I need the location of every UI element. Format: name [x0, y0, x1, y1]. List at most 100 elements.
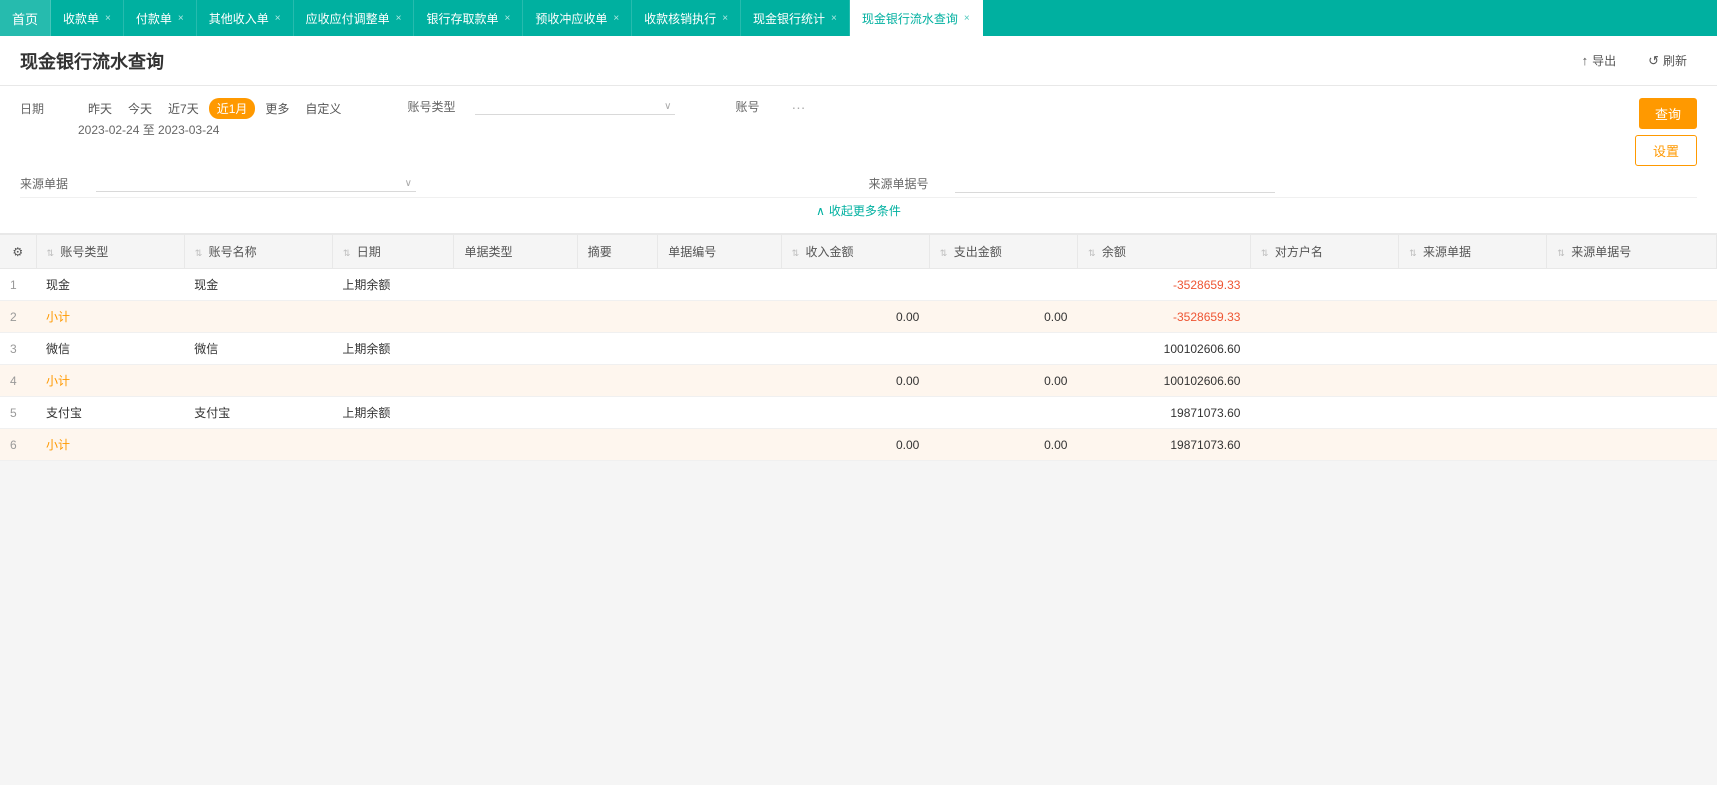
collapse-bar[interactable]: ∧ 收起更多条件: [20, 197, 1697, 225]
row-doc-number: [658, 429, 781, 461]
table-header-counterpart[interactable]: ⇅ 对方户名: [1250, 235, 1398, 269]
row-doc-number: [658, 269, 781, 301]
nav-home-label: 首页: [12, 9, 38, 28]
nav-receipts-label: 收款单: [63, 10, 99, 27]
close-cash-flow-icon[interactable]: ×: [964, 13, 970, 24]
close-receipts-icon[interactable]: ×: [105, 13, 111, 24]
row-source-doc-no: [1547, 301, 1717, 333]
nav-item-cash-flow[interactable]: 现金银行流水查询 ×: [850, 0, 983, 36]
table-body: 1现金现金上期余额-3528659.332小计0.000.00-3528659.…: [0, 269, 1717, 461]
row-index: 2: [0, 301, 36, 333]
account-type-select[interactable]: ∨: [475, 99, 675, 115]
table-header-doc-number: 单据编号: [658, 235, 781, 269]
row-doc-type: [454, 365, 577, 397]
account-type-filter-label: 账号类型: [407, 98, 467, 115]
row-doc-number: [658, 333, 781, 365]
close-verify-icon[interactable]: ×: [722, 13, 728, 24]
close-adjustment-icon[interactable]: ×: [396, 13, 402, 24]
table-header-source-doc-no[interactable]: ⇅ 来源单据号: [1547, 235, 1717, 269]
row-balance: 100102606.60: [1077, 333, 1250, 365]
row-counterpart: [1250, 429, 1398, 461]
nav-item-other-income[interactable]: 其他收入单 ×: [197, 0, 294, 36]
filter-area: 日期 昨天 今天 近7天 近1月 更多 自定义: [0, 86, 1717, 234]
row-doc-type: [454, 429, 577, 461]
row-expense: [929, 397, 1077, 429]
close-payments-icon[interactable]: ×: [178, 13, 184, 24]
table-header-account-name[interactable]: ⇅ 账号名称: [184, 235, 332, 269]
nav-item-cash-stats[interactable]: 现金银行统计 ×: [741, 0, 850, 36]
source-doc-number-input[interactable]: [955, 174, 1275, 193]
row-counterpart: [1250, 397, 1398, 429]
source-doc-number-label: 来源单据号: [869, 175, 939, 192]
row-date: 上期余额: [332, 333, 454, 365]
nav-payments-label: 付款单: [136, 10, 172, 27]
nav-item-adjustment[interactable]: 应收应付调整单 ×: [294, 0, 415, 36]
table-header-summary: 摘要: [577, 235, 657, 269]
row-income: 0.00: [781, 429, 929, 461]
table-header-income[interactable]: ⇅ 收入金额: [781, 235, 929, 269]
nav-item-bank-deposit[interactable]: 银行存取款单 ×: [414, 0, 523, 36]
close-cash-stats-icon[interactable]: ×: [831, 13, 837, 24]
row-index: 6: [0, 429, 36, 461]
date-btn-custom[interactable]: 自定义: [299, 98, 347, 119]
close-other-income-icon[interactable]: ×: [275, 13, 281, 24]
row-date: [332, 429, 454, 461]
data-table: ⚙ ⇅ 账号类型 ⇅ 账号名称 ⇅ 日期 单据类型 摘要: [0, 234, 1717, 461]
table-row: 5支付宝支付宝上期余额19871073.60: [0, 397, 1717, 429]
row-source-doc: [1399, 301, 1547, 333]
row-account-type: 小计: [36, 429, 184, 461]
close-bank-deposit-icon[interactable]: ×: [504, 13, 510, 24]
collapse-label: 收起更多条件: [829, 202, 901, 219]
settings-button[interactable]: 设置: [1635, 135, 1697, 166]
row-source-doc: [1399, 429, 1547, 461]
source-doc-select[interactable]: ∨: [96, 176, 416, 192]
row-expense: 0.00: [929, 365, 1077, 397]
export-icon: ↑: [1582, 53, 1589, 68]
nav-item-pre-receive[interactable]: 预收冲应收单 ×: [523, 0, 632, 36]
date-btn-yesterday[interactable]: 昨天: [82, 98, 118, 119]
export-button[interactable]: ↑ 导出: [1572, 48, 1627, 73]
nav-item-receipts[interactable]: 收款单 ×: [51, 0, 124, 36]
data-table-container: ⚙ ⇅ 账号类型 ⇅ 账号名称 ⇅ 日期 单据类型 摘要: [0, 234, 1717, 461]
row-balance: -3528659.33: [1077, 301, 1250, 333]
row-doc-number: [658, 301, 781, 333]
row-doc-number: [658, 397, 781, 429]
gear-icon: ⚙: [12, 245, 23, 259]
nav-item-home[interactable]: 首页: [0, 0, 51, 36]
row-balance: 19871073.60: [1077, 397, 1250, 429]
page-title: 现金银行流水查询: [20, 48, 164, 74]
date-btn-7days[interactable]: 近7天: [162, 98, 205, 119]
sort-income-icon: ⇅: [792, 248, 800, 258]
row-income: 0.00: [781, 365, 929, 397]
table-header-expense[interactable]: ⇅ 支出金额: [929, 235, 1077, 269]
date-btn-more[interactable]: 更多: [259, 98, 295, 119]
table-header-source-doc[interactable]: ⇅ 来源单据: [1399, 235, 1547, 269]
row-expense: [929, 269, 1077, 301]
table-header-account-type[interactable]: ⇅ 账号类型: [36, 235, 184, 269]
table-header-date[interactable]: ⇅ 日期: [332, 235, 454, 269]
sort-date-icon: ⇅: [343, 248, 351, 258]
table-header-balance[interactable]: ⇅ 余额: [1077, 235, 1250, 269]
row-expense: 0.00: [929, 301, 1077, 333]
date-btn-today[interactable]: 今天: [122, 98, 158, 119]
table-row: 6小计0.000.0019871073.60: [0, 429, 1717, 461]
nav-item-payments[interactable]: 付款单 ×: [124, 0, 197, 36]
row-summary: [577, 301, 657, 333]
table-row: 1现金现金上期余额-3528659.33: [0, 269, 1717, 301]
nav-item-verify[interactable]: 收款核销执行 ×: [632, 0, 741, 36]
account-dots-button[interactable]: ···: [783, 99, 813, 115]
refresh-button[interactable]: ↺ 刷新: [1638, 48, 1697, 73]
table-header-gear[interactable]: ⚙: [0, 235, 36, 269]
table-header: ⚙ ⇅ 账号类型 ⇅ 账号名称 ⇅ 日期 单据类型 摘要: [0, 235, 1717, 269]
table-row: 4小计0.000.00100102606.60: [0, 365, 1717, 397]
row-index: 4: [0, 365, 36, 397]
date-btn-1month[interactable]: 近1月: [209, 98, 256, 119]
nav-pre-receive-label: 预收冲应收单: [535, 10, 607, 27]
subtotal-label: 小计: [46, 438, 70, 452]
query-button[interactable]: 查询: [1639, 98, 1697, 129]
row-summary: [577, 365, 657, 397]
row-doc-type: [454, 301, 577, 333]
sort-account-type-icon: ⇅: [47, 248, 55, 258]
close-pre-receive-icon[interactable]: ×: [613, 13, 619, 24]
row-balance: -3528659.33: [1077, 269, 1250, 301]
